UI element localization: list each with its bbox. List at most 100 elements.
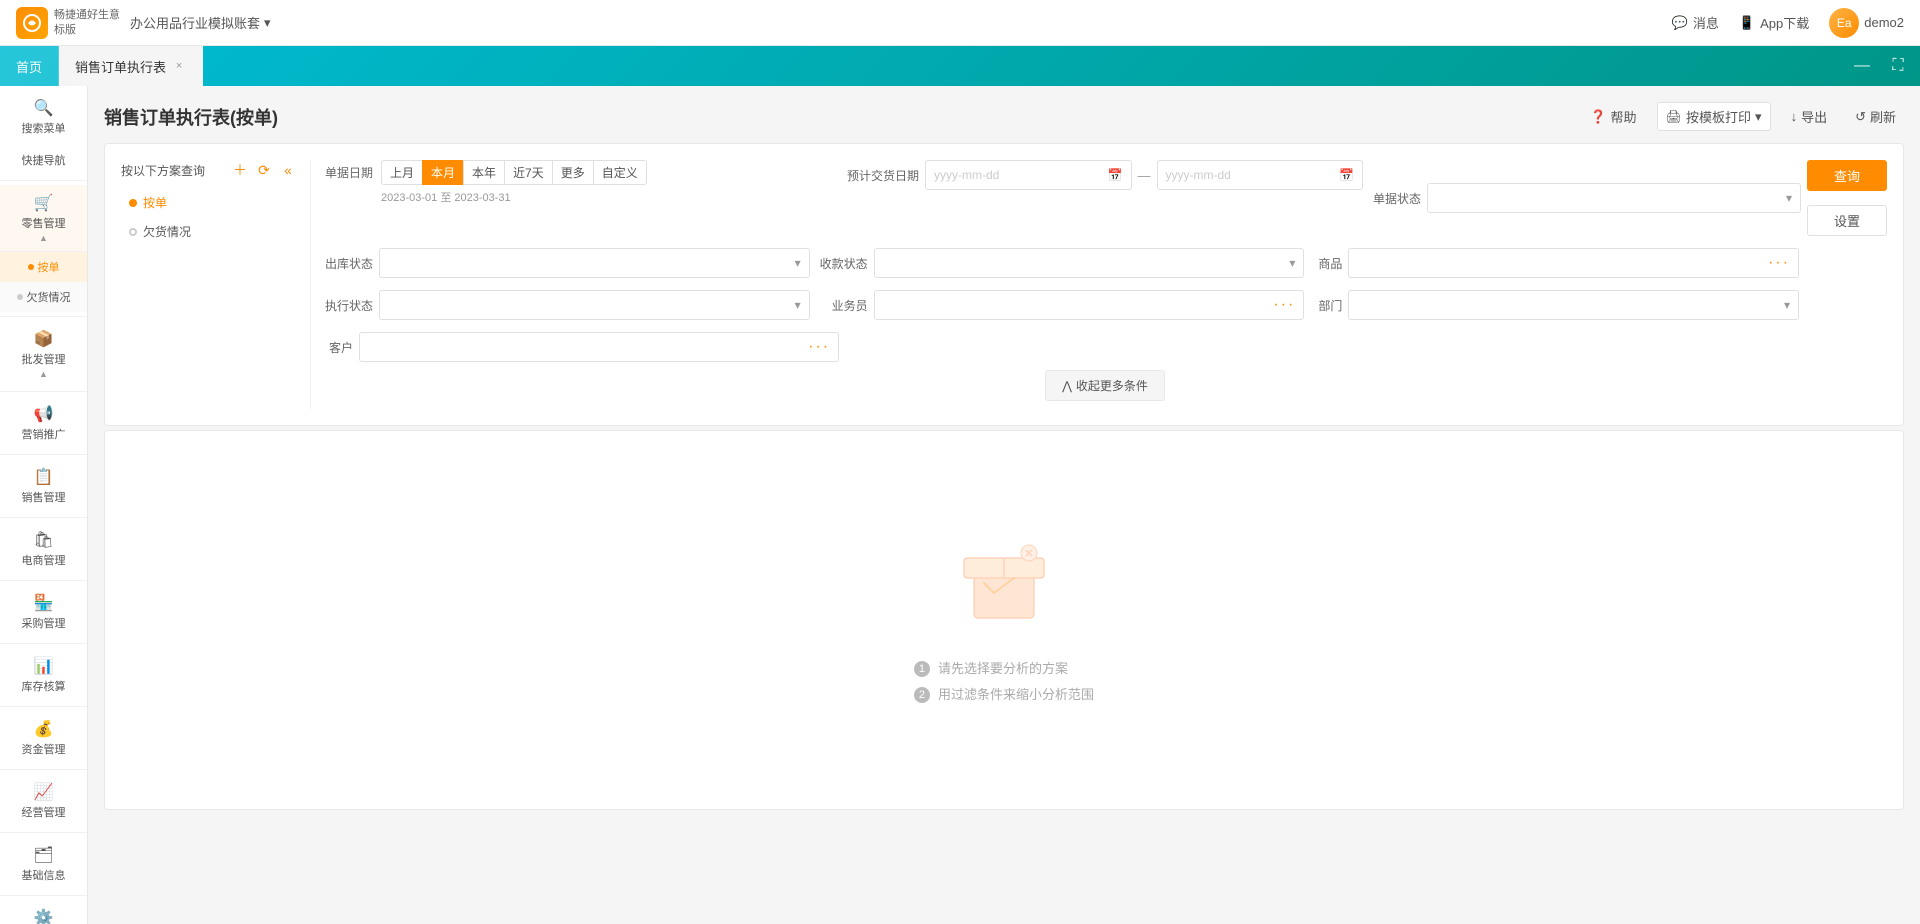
active-tab-label: 销售订单执行表 <box>75 57 166 76</box>
sidebar-quick-nav[interactable]: 快捷导航 <box>0 144 87 176</box>
sidebar-retail-section: 🛒 零售管理 ▲ 按单 欠货情况 <box>0 181 87 317</box>
sidebar-search[interactable]: 🔍 搜索菜单 <box>0 90 87 144</box>
exec-status-select[interactable]: ▾ <box>379 290 810 320</box>
user-action[interactable]: Ea demo2 <box>1829 8 1904 38</box>
goods-more-icon[interactable]: ··· <box>1768 254 1790 272</box>
sidebar-item-retail[interactable]: 🛒 零售管理 ▲ <box>0 185 87 251</box>
date-tab-custom[interactable]: 自定义 <box>593 160 647 185</box>
sales-icon: 📋 <box>34 467 54 487</box>
basic-icon: 🗂 <box>34 845 54 865</box>
operations-icon: 📈 <box>34 782 54 802</box>
filter-left-panel: 按以下方案查询 ＋ ⟳ « 按单 欠货情况 <box>121 160 311 409</box>
date-tab-more[interactable]: 更多 <box>552 160 593 185</box>
app-icon: 📱 <box>1739 15 1755 31</box>
department-select[interactable]: ▾ <box>1348 290 1799 320</box>
collapse-button[interactable]: ⋀ 收起更多条件 <box>1045 370 1165 401</box>
top-header: 畅捷通好生意 标版 办公用品行业模拟账套 ▾ 💬 消息 📱 App下载 Ea d… <box>0 0 1920 46</box>
search-icon: 🔍 <box>34 98 54 118</box>
plan-dot-icon <box>129 199 137 207</box>
sidebar-sub-debt[interactable]: 欠货情况 <box>0 282 87 312</box>
sidebar-item-sales[interactable]: 📋 销售管理 <box>0 459 87 513</box>
salesperson-select[interactable]: ··· <box>874 290 1305 320</box>
header-right: 💬 消息 📱 App下载 Ea demo2 <box>1672 8 1904 38</box>
sidebar-ecommerce-section: 🛍 电商管理 <box>0 518 87 581</box>
customer-label: 客户 <box>323 339 353 356</box>
empty-illustration <box>944 533 1064 636</box>
exec-chevron-icon: ▾ <box>795 298 801 312</box>
tab-maximize-button[interactable]: ⛶ <box>1884 52 1912 80</box>
tab-minimize-button[interactable]: — <box>1848 52 1876 80</box>
date-tab-this-year[interactable]: 本年 <box>463 160 504 185</box>
plan-outline-dot-icon <box>129 228 137 236</box>
query-buttons: 查询 设置 <box>1807 160 1887 236</box>
export-icon: ↓ <box>1791 109 1798 124</box>
order-dot-icon <box>28 264 34 270</box>
company-arrow-icon: ▾ <box>264 15 271 31</box>
date-label: 单据日期 <box>323 164 373 181</box>
message-action[interactable]: 💬 消息 <box>1672 13 1719 32</box>
date-tab-7days[interactable]: 近7天 <box>504 160 552 185</box>
customer-more-icon[interactable]: ··· <box>808 338 830 356</box>
tab-close-icon[interactable]: × <box>172 59 186 73</box>
sidebar-item-inventory[interactable]: 📊 库存核算 <box>0 648 87 702</box>
empty-tip-1: 请先选择要分析的方案 <box>914 656 1094 682</box>
sidebar-item-finance[interactable]: 💰 资金管理 <box>0 711 87 765</box>
forecast-date-end[interactable]: yyyy-mm-dd 📅 <box>1157 160 1364 190</box>
refresh-icon: ↺ <box>1855 109 1866 125</box>
forecast-date-start[interactable]: yyyy-mm-dd 📅 <box>925 160 1132 190</box>
refresh-plan-icon[interactable]: ⟳ <box>254 160 274 180</box>
sidebar-item-operations[interactable]: 📈 经营管理 <box>0 774 87 828</box>
help-button[interactable]: ❓ 帮助 <box>1582 103 1644 130</box>
empty-tip-2: 用过滤条件来缩小分析范围 <box>914 682 1094 708</box>
sidebar-item-system[interactable]: ⚙️ 系统管理 <box>0 900 87 924</box>
add-plan-icon[interactable]: ＋ <box>230 160 250 180</box>
date-tab-this-month[interactable]: 本月 <box>422 160 463 185</box>
sidebar-item-marketing[interactable]: 📢 营销推广 <box>0 396 87 450</box>
goods-select[interactable]: ··· <box>1348 248 1799 278</box>
sidebar-sub-order[interactable]: 按单 <box>0 252 87 282</box>
filter-plan-order[interactable]: 按单 <box>121 188 298 217</box>
wholesale-icon: 📦 <box>34 329 54 349</box>
tab-home[interactable]: 首页 <box>0 46 59 86</box>
status-chevron-icon: ▾ <box>1786 191 1792 205</box>
message-icon: 💬 <box>1672 15 1688 31</box>
sidebar-item-ecommerce[interactable]: 🛍 电商管理 <box>0 522 87 576</box>
settings-button[interactable]: 设置 <box>1807 205 1887 236</box>
export-button[interactable]: ↓ 导出 <box>1783 103 1836 130</box>
salesperson-label: 业务员 <box>818 297 868 314</box>
payment-status-select[interactable]: ▾ <box>874 248 1305 278</box>
date-range-text: 2023-03-01 至 2023-03-31 <box>381 192 511 204</box>
sidebar-item-purchase[interactable]: 🏪 采购管理 <box>0 585 87 639</box>
filter-plan-debt[interactable]: 欠货情况 <box>121 217 298 246</box>
debt-dot-icon <box>17 294 23 300</box>
header-left: 畅捷通好生意 标版 办公用品行业模拟账套 ▾ <box>16 7 271 39</box>
system-icon: ⚙️ <box>34 908 54 924</box>
sidebar-retail-sub: 按单 欠货情况 <box>0 251 87 312</box>
refresh-button[interactable]: ↺ 刷新 <box>1847 103 1904 130</box>
logo-area: 畅捷通好生意 标版 <box>16 7 120 39</box>
calendar-end-icon: 📅 <box>1339 168 1354 182</box>
company-selector[interactable]: 办公用品行业模拟账套 ▾ <box>130 13 271 32</box>
status-select[interactable]: ▾ <box>1427 183 1801 213</box>
salesperson-more-icon[interactable]: ··· <box>1273 296 1295 314</box>
collapse-plan-icon[interactable]: « <box>278 160 298 180</box>
exec-status-label: 执行状态 <box>323 297 373 314</box>
date-separator: — <box>1138 168 1151 183</box>
wholesale-expand-icon: ▲ <box>39 369 48 379</box>
delivery-status-select[interactable]: ▾ <box>379 248 810 278</box>
sidebar-item-basic[interactable]: 🗂 基础信息 <box>0 837 87 891</box>
customer-select[interactable]: ··· <box>359 332 839 362</box>
avatar: Ea <box>1829 8 1859 38</box>
delivery-status-label: 出库状态 <box>323 255 373 272</box>
sidebar-item-wholesale[interactable]: 📦 批发管理 ▲ <box>0 321 87 387</box>
print-button[interactable]: 🖨 按模板打印 ▾ <box>1657 102 1771 131</box>
date-tab-last-month[interactable]: 上月 <box>381 160 422 185</box>
tab-sales-order[interactable]: 销售订单执行表 × <box>59 46 203 86</box>
print-icon: 🖨 <box>1666 109 1683 125</box>
empty-state-container: 请先选择要分析的方案 用过滤条件来缩小分析范围 <box>104 430 1904 810</box>
app-download-action[interactable]: 📱 App下载 <box>1739 13 1809 32</box>
page-actions: ❓ 帮助 🖨 按模板打印 ▾ ↓ 导出 ↺ 刷新 <box>1582 102 1904 131</box>
query-button[interactable]: 查询 <box>1807 160 1887 191</box>
sidebar-purchase-section: 🏪 采购管理 <box>0 581 87 644</box>
marketing-icon: 📢 <box>34 404 54 424</box>
